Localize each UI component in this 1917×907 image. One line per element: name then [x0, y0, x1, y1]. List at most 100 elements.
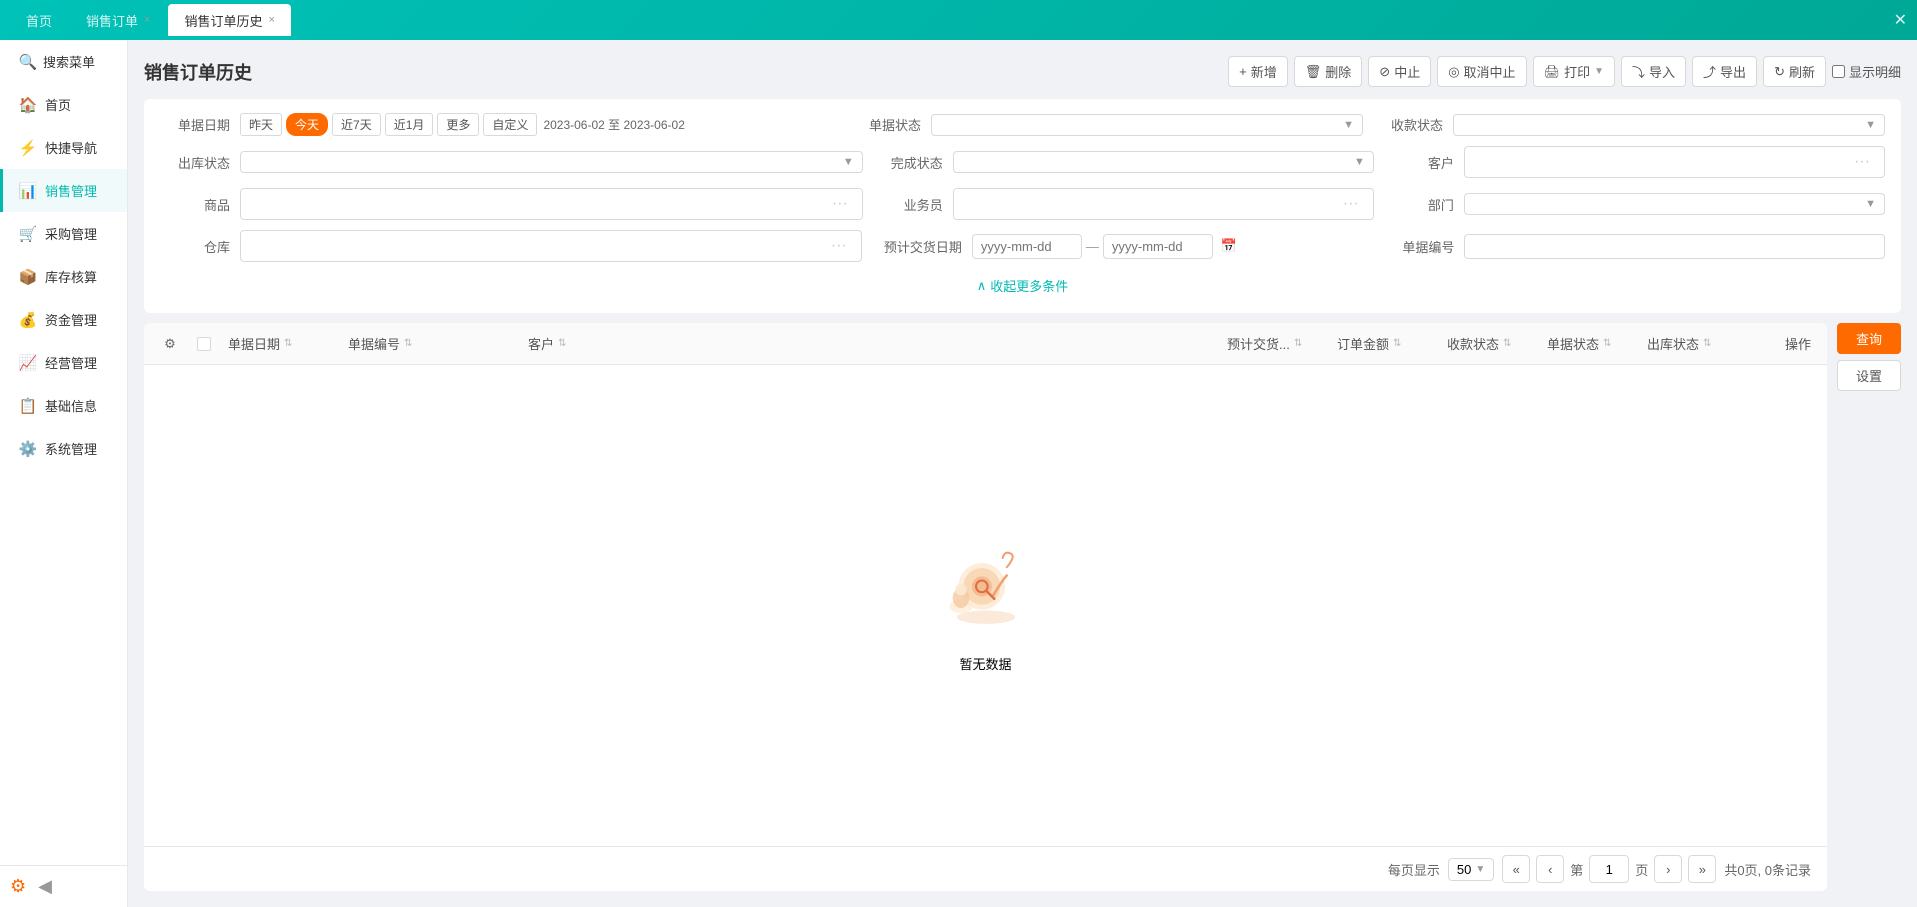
empty-text: 暂无数据: [959, 654, 1011, 673]
doc-number-input[interactable]: [1473, 239, 1876, 254]
prev-page-button[interactable]: ‹: [1536, 855, 1564, 883]
tab-home-label: 首页: [26, 11, 52, 30]
table-header: ⚙ 单据日期 ⇅ 单据编号 ⇅ 客户: [144, 323, 1827, 365]
display-detail-input[interactable]: [1832, 65, 1845, 78]
page-number-input[interactable]: [1589, 855, 1629, 883]
per-page-label: 每页显示: [1388, 860, 1440, 879]
tab-sales-order-close[interactable]: ×: [144, 14, 150, 26]
salesperson-dots-icon[interactable]: ···: [1337, 193, 1365, 215]
refresh-label: 刷新: [1789, 62, 1815, 81]
filter-select-complete-status[interactable]: ▼: [953, 151, 1374, 173]
tab-sales-order-label: 销售订单: [86, 11, 138, 30]
date-btn-custom[interactable]: 自定义: [483, 113, 537, 136]
sidebar-item-inventory[interactable]: 📦 库存核算: [0, 255, 127, 298]
query-button[interactable]: 查询: [1837, 323, 1901, 354]
base-icon: 📋: [19, 397, 37, 415]
filter-row-2: 出库状态 ▼ 完成状态 ▼ 客户 ···: [160, 146, 1885, 178]
sales-icon: 📊: [19, 182, 37, 200]
tab-sales-history-close[interactable]: ×: [268, 14, 274, 26]
sort-out-status-icon: ⇅: [1703, 338, 1711, 349]
th-delivery[interactable]: 预计交货... ⇅: [1219, 334, 1329, 353]
th-number-label: 单据编号: [348, 334, 400, 353]
delivery-date-start[interactable]: [972, 234, 1082, 259]
th-customer[interactable]: 客户 ⇅: [520, 334, 1219, 353]
table-settings-icon[interactable]: ⚙: [152, 336, 188, 352]
delivery-date-end[interactable]: [1103, 234, 1213, 259]
th-pay-status[interactable]: 收款状态 ⇅: [1439, 334, 1539, 353]
th-out-status[interactable]: 出库状态 ⇅: [1639, 334, 1739, 353]
cancel-stop-button[interactable]: ◎ 取消中止: [1437, 56, 1526, 87]
per-page-select[interactable]: 50 ▼: [1448, 858, 1494, 881]
delete-icon: 🗑: [1305, 64, 1322, 80]
sidebar-item-search[interactable]: 🔍 搜索菜单: [0, 40, 127, 83]
page-label: 页: [1635, 860, 1648, 879]
date-btn-yesterday[interactable]: 昨天: [240, 113, 282, 136]
sidebar-item-system[interactable]: ⚙️ 系统管理: [0, 427, 127, 470]
th-order-status[interactable]: 单据状态 ⇅: [1539, 334, 1639, 353]
tab-sales-order[interactable]: 销售订单 ×: [70, 4, 166, 36]
sidebar-settings-icon[interactable]: ⚙: [10, 876, 26, 897]
warehouse-dots-icon[interactable]: ···: [825, 235, 853, 257]
filter-select-pay-status[interactable]: ▼: [1453, 114, 1885, 136]
th-customer-label: 客户: [528, 334, 554, 353]
sidebar-item-sales[interactable]: 📊 销售管理: [0, 169, 127, 212]
date-btn-1month[interactable]: 近1月: [385, 113, 434, 136]
date-btn-more[interactable]: 更多: [437, 113, 479, 136]
display-detail-checkbox[interactable]: 显示明细: [1832, 62, 1901, 81]
tab-sales-history[interactable]: 销售订单历史 ×: [168, 4, 290, 36]
page-word: 第: [1570, 860, 1583, 879]
filter-select-order-status[interactable]: ▼: [931, 114, 1363, 136]
filter-select-department[interactable]: ▼: [1464, 193, 1885, 215]
purchase-icon: 🛒: [19, 225, 37, 243]
delete-button[interactable]: 🗑 删除: [1294, 56, 1363, 87]
th-number[interactable]: 单据编号 ⇅: [340, 334, 520, 353]
sidebar-item-finance-label: 资金管理: [45, 310, 97, 329]
stop-button[interactable]: ⊘ 中止: [1368, 56, 1431, 87]
th-action-label: 操作: [1785, 334, 1811, 353]
sort-number-icon: ⇅: [404, 338, 412, 349]
sidebar-item-system-label: 系统管理: [45, 439, 97, 458]
sidebar-item-finance[interactable]: 💰 资金管理: [0, 298, 127, 341]
per-page-value: 50: [1457, 862, 1471, 877]
date-btn-today[interactable]: 今天: [286, 113, 328, 136]
product-dots-icon[interactable]: ···: [826, 193, 854, 215]
print-button[interactable]: 🖨 打印 ▼: [1533, 56, 1615, 87]
collapse-row[interactable]: ∧ 收起更多条件: [160, 272, 1885, 299]
calendar-icon-1[interactable]: 📅: [1221, 238, 1237, 254]
operation-icon: 📈: [19, 354, 37, 372]
refresh-button[interactable]: ↻ 刷新: [1763, 56, 1826, 87]
next-page-button[interactable]: ›: [1654, 855, 1682, 883]
table-header-checkbox[interactable]: [188, 337, 220, 351]
top-bar-right: ✕: [1894, 10, 1907, 30]
export-button[interactable]: ⤴ 导出: [1692, 56, 1757, 87]
page-content: 销售订单历史 + 新增 🗑 删除 ⊘ 中止 ◎: [128, 40, 1917, 907]
close-window-icon[interactable]: ✕: [1894, 10, 1907, 30]
import-icon: ⤵: [1632, 62, 1645, 81]
sidebar-item-operation[interactable]: 📈 经营管理: [0, 341, 127, 384]
th-date[interactable]: 单据日期 ⇅: [220, 334, 340, 353]
stop-label: 中止: [1394, 62, 1420, 81]
filter-select-out-status[interactable]: ▼: [240, 151, 863, 173]
content-area: 销售订单历史 + 新增 🗑 删除 ⊘ 中止 ◎: [128, 40, 1917, 907]
filter-label-out-status: 出库状态: [160, 153, 240, 172]
th-amount[interactable]: 订单金额 ⇅: [1329, 334, 1439, 353]
last-page-button[interactable]: »: [1688, 855, 1716, 883]
filter-date-control: 昨天 今天 近7天 近1月 更多 自定义 2023-06-02 至 2023-0…: [240, 113, 861, 136]
tab-list: 首页 销售订单 × 销售订单历史 ×: [10, 4, 1894, 36]
date-btn-7days[interactable]: 近7天: [332, 113, 381, 136]
sidebar-item-quick-nav[interactable]: ⚡ 快捷导航: [0, 126, 127, 169]
sidebar-item-home[interactable]: 🏠 首页: [0, 83, 127, 126]
first-page-button[interactable]: «: [1502, 855, 1530, 883]
tab-home[interactable]: 首页: [10, 4, 68, 36]
select-all-checkbox[interactable]: [197, 337, 211, 351]
import-button[interactable]: ⤵ 导入: [1621, 56, 1686, 87]
sidebar-item-purchase[interactable]: 🛒 采购管理: [0, 212, 127, 255]
th-amount-label: 订单金额: [1337, 334, 1389, 353]
sidebar-item-base[interactable]: 📋 基础信息: [0, 384, 127, 427]
new-button[interactable]: + 新增: [1228, 56, 1288, 87]
date-dash-separator: —: [1086, 239, 1099, 254]
customer-dots-icon[interactable]: ···: [1848, 151, 1876, 173]
date-buttons: 昨天 今天 近7天 近1月 更多 自定义: [240, 113, 537, 136]
sidebar-expand-icon[interactable]: ◀: [38, 876, 52, 897]
settings-button[interactable]: 设置: [1837, 360, 1901, 391]
